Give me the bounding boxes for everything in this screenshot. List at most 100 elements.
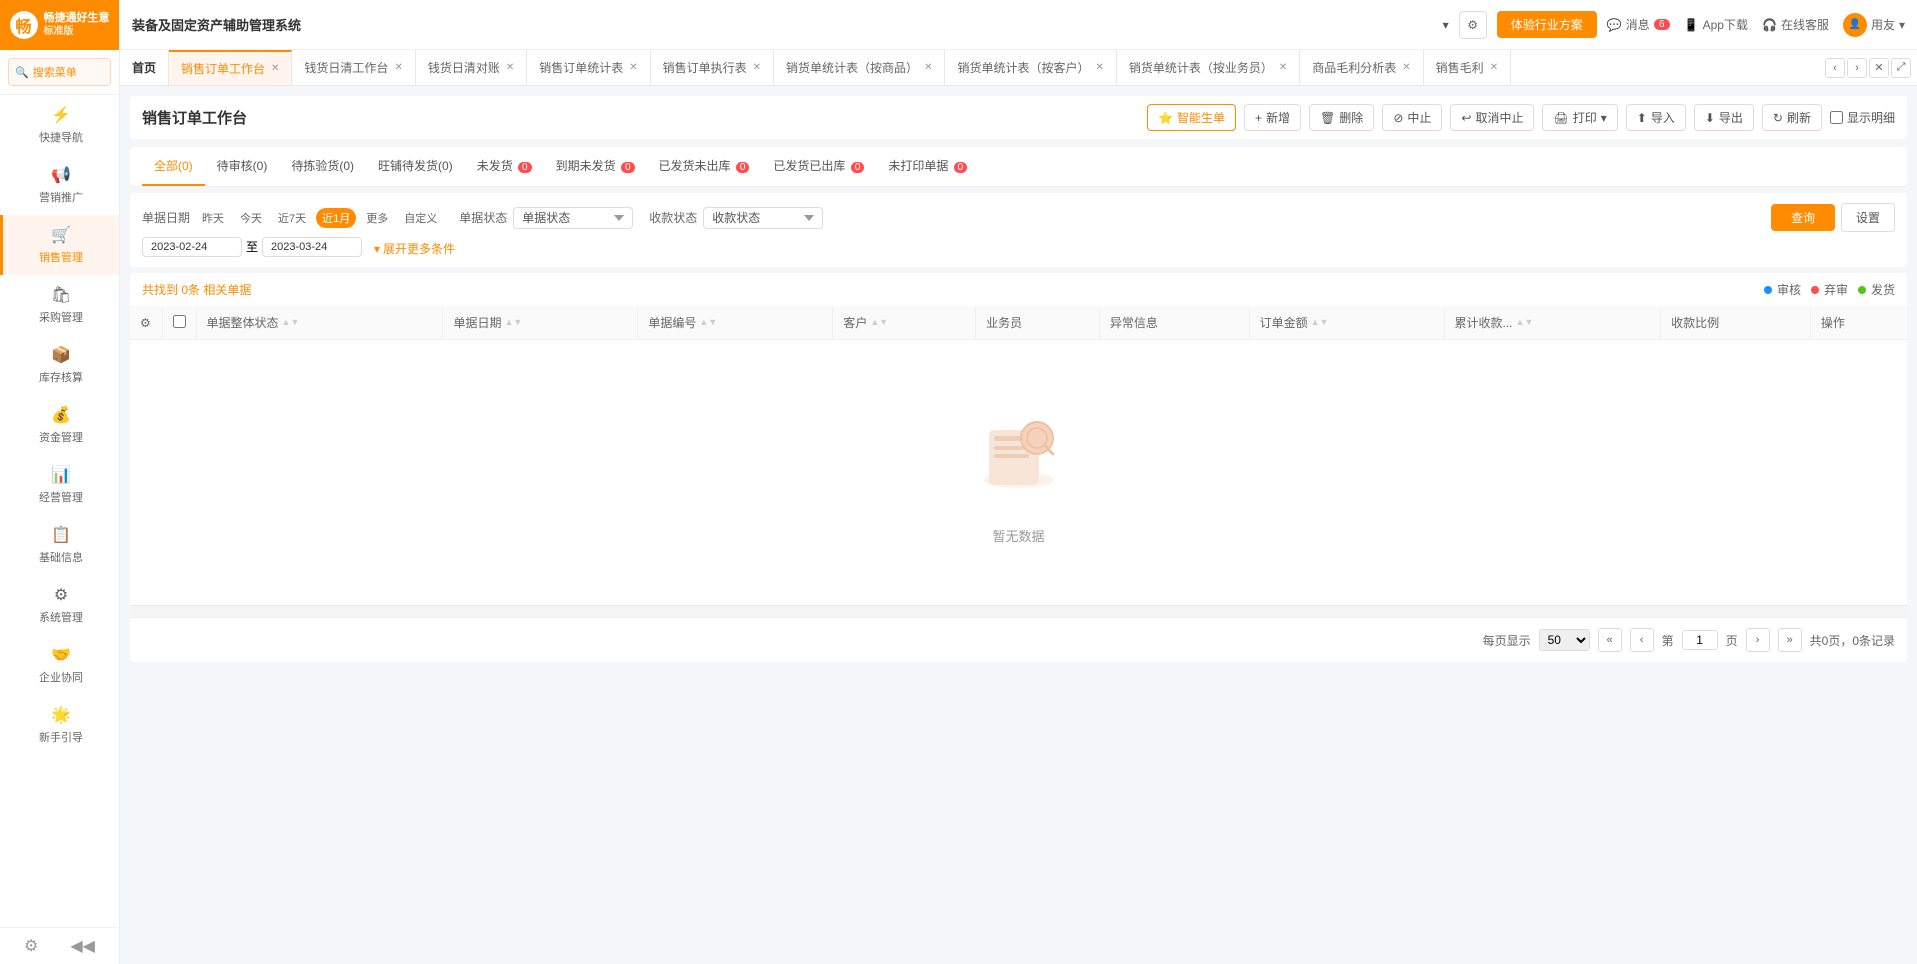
sidebar-item-guide[interactable]: 🌟 新手引导 — [0, 695, 119, 755]
page-next-btn[interactable]: › — [1746, 628, 1770, 652]
tab-close-cash-daily-icon[interactable]: ✕ — [394, 62, 402, 73]
tab-close-product-icon[interactable]: ✕ — [924, 62, 932, 73]
export-button[interactable]: ⬇ 导出 — [1694, 104, 1754, 131]
tab-sales-stat-customer[interactable]: 销货单统计表（按客户） ✕ — [945, 50, 1116, 86]
horizontal-scrollbar[interactable] — [130, 605, 1907, 617]
user-area[interactable]: 👤 用友 ▾ — [1843, 13, 1905, 37]
page-prev-btn[interactable]: ‹ — [1630, 628, 1654, 652]
filter-tab-pending-review[interactable]: 待审核(0) — [205, 147, 280, 186]
shortcut-more[interactable]: 更多 — [360, 208, 394, 228]
filter-tab-not-printed[interactable]: 未打印单据 0 — [876, 147, 979, 186]
refresh-button[interactable]: ↻ 刷新 — [1762, 104, 1822, 131]
message-action[interactable]: 💬 消息 6 — [1607, 16, 1670, 33]
tab-sales-order-workbench[interactable]: 销售订单工作台 ✕ — [169, 50, 292, 86]
sidebar-item-enterprise[interactable]: 🤝 企业协同 — [0, 635, 119, 695]
tab-sales-stat-staff[interactable]: 销货单统计表（按业务员） ✕ — [1117, 50, 1300, 86]
tab-product-margin[interactable]: 商品毛利分析表 ✕ — [1300, 50, 1423, 86]
page-first-btn[interactable]: « — [1598, 628, 1622, 652]
search-menu-button[interactable]: 🔍 搜索菜单 — [8, 58, 111, 86]
set-button[interactable]: 设置 — [1841, 203, 1895, 232]
sort-collected[interactable]: 累计收款... ▲▼ — [1455, 314, 1651, 331]
shortcut-today[interactable]: 今天 — [234, 208, 268, 228]
stop-button[interactable]: ⊘ 中止 — [1382, 104, 1442, 131]
shortcut-1month[interactable]: 近1月 — [316, 208, 356, 228]
filter-tab-pending-inspection[interactable]: 待拣验货(0) — [279, 147, 366, 186]
smart-order-button[interactable]: ⭐ 智能生单 — [1147, 104, 1236, 131]
expand-conditions-button[interactable]: ▾ 展开更多条件 — [374, 240, 455, 257]
filter-tab-all[interactable]: 全部(0) — [142, 147, 205, 186]
shortcut-yesterday[interactable]: 昨天 — [196, 208, 230, 228]
ship-action-btn[interactable]: 发货 — [1858, 281, 1895, 298]
status-select[interactable]: 单据状态 — [513, 207, 633, 229]
shortcut-7days[interactable]: 近7天 — [272, 208, 312, 228]
filter-tab-overdue[interactable]: 到期未发货 0 — [544, 147, 647, 186]
sidebar-item-quick-nav[interactable]: ⚡ 快捷导航 — [0, 95, 119, 155]
cancel-stop-button[interactable]: ↩ 取消中止 — [1450, 104, 1534, 131]
filter-tab-shipped-in[interactable]: 已发货已出库 0 — [761, 147, 876, 186]
settings-bottom-icon[interactable]: ⚙ — [24, 936, 38, 956]
filter-tab-shipped-not-in[interactable]: 已发货未出库 0 — [647, 147, 762, 186]
sort-salesperson[interactable]: 业务员 — [986, 314, 1089, 331]
tab-close-staff-icon[interactable]: ✕ — [1279, 62, 1287, 73]
topbar-settings-btn[interactable]: ⚙ — [1459, 11, 1487, 39]
tab-close-icon[interactable]: ✕ — [271, 63, 279, 74]
review-action-btn[interactable]: 审核 — [1764, 281, 1801, 298]
collapse-icon[interactable]: ◀◀ — [70, 936, 95, 956]
date-from-input[interactable] — [142, 237, 242, 257]
cancel-review-action-btn[interactable]: 弃审 — [1811, 281, 1848, 298]
show-detail-label[interactable]: 显示明细 — [1830, 109, 1895, 126]
query-button[interactable]: 查询 — [1771, 204, 1835, 231]
filter-tab-wangpu[interactable]: 旺铺待发货(0) — [366, 147, 465, 186]
payment-select[interactable]: 收款状态 — [703, 207, 823, 229]
system-dropdown[interactable]: ▾ — [1443, 18, 1449, 32]
tab-sales-stat[interactable]: 销售订单统计表 ✕ — [527, 50, 650, 86]
page-number-input[interactable] — [1682, 630, 1718, 650]
tab-close-sales-stat-icon[interactable]: ✕ — [629, 62, 637, 73]
sidebar-item-sys[interactable]: ⚙ 系统管理 — [0, 575, 119, 635]
tab-close-margin-icon[interactable]: ✕ — [1402, 62, 1410, 73]
page-size-select[interactable]: 50 20 100 — [1539, 629, 1590, 651]
table-toolbar: 共找到 0条 相关单据 审核 弃审 发货 — [130, 273, 1907, 306]
sidebar-item-purchase[interactable]: 🛍 采购管理 — [0, 275, 119, 335]
sort-status[interactable]: 单据整体状态 ▲▼ — [207, 314, 433, 331]
sort-customer[interactable]: 客户 ▲▼ — [843, 314, 965, 331]
tab-sales-gross[interactable]: 销售毛利 ✕ — [1424, 50, 1511, 86]
show-detail-checkbox[interactable] — [1830, 111, 1843, 124]
sidebar-item-marketing[interactable]: 📢 营销推广 — [0, 155, 119, 215]
sidebar-item-sales[interactable]: 🛒 销售管理 — [0, 215, 119, 275]
tab-close-gross-icon[interactable]: ✕ — [1490, 62, 1498, 73]
filter-tab-unshipped[interactable]: 未发货 0 — [465, 147, 544, 186]
tab-cash-daily[interactable]: 钱货日清工作台 ✕ — [292, 50, 415, 86]
sidebar-item-inventory[interactable]: 📦 库存核算 — [0, 335, 119, 395]
sidebar-item-finance[interactable]: 💰 资金管理 — [0, 395, 119, 455]
tab-close-sales-exec-icon[interactable]: ✕ — [753, 62, 761, 73]
select-all-checkbox[interactable] — [173, 315, 186, 328]
delete-button[interactable]: 🗑 删除 — [1309, 104, 1374, 131]
tab-sales-exec[interactable]: 销售订单执行表 ✕ — [651, 50, 774, 86]
tab-close-cash-reconcile-icon[interactable]: ✕ — [506, 62, 514, 73]
tabs-fullscreen-btn[interactable]: ⤢ — [1891, 58, 1911, 78]
tabs-scroll-left-btn[interactable]: ‹ — [1825, 58, 1845, 78]
add-button[interactable]: + 新增 — [1244, 104, 1301, 131]
sort-number[interactable]: 单据编号 ▲▼ — [648, 314, 822, 331]
print-button[interactable]: 🖨 打印 ▾ — [1542, 104, 1617, 131]
tab-close-customer-icon[interactable]: ✕ — [1095, 62, 1103, 73]
th-checkbox[interactable] — [162, 306, 196, 340]
date-to-input[interactable] — [262, 237, 362, 257]
sort-amount[interactable]: 订单金额 ▲▼ — [1260, 314, 1434, 331]
import-button[interactable]: ⬆ 导入 — [1626, 104, 1686, 131]
online-service-action[interactable]: 🎧 在线客服 — [1762, 16, 1829, 33]
sort-date[interactable]: 单据日期 ▲▼ — [453, 314, 627, 331]
sidebar-item-ops[interactable]: 📊 经营管理 — [0, 455, 119, 515]
shortcut-custom[interactable]: 自定义 — [398, 208, 443, 228]
industry-solution-button[interactable]: 体验行业方案 — [1497, 11, 1597, 38]
tab-home[interactable]: 首页 — [120, 50, 169, 86]
page-last-btn[interactable]: » — [1778, 628, 1802, 652]
sidebar-item-base-info[interactable]: 📋 基础信息 — [0, 515, 119, 575]
tabs-scroll-right-btn[interactable]: › — [1847, 58, 1867, 78]
tab-cash-reconcile[interactable]: 钱货日清对账 ✕ — [416, 50, 527, 86]
th-settings[interactable]: ⚙ — [130, 306, 162, 340]
app-download-action[interactable]: 📱 App下载 — [1684, 16, 1748, 33]
tab-sales-stat-product[interactable]: 销货单统计表（按商品） ✕ — [774, 50, 945, 86]
tabs-close-all-btn[interactable]: ✕ — [1869, 58, 1889, 78]
